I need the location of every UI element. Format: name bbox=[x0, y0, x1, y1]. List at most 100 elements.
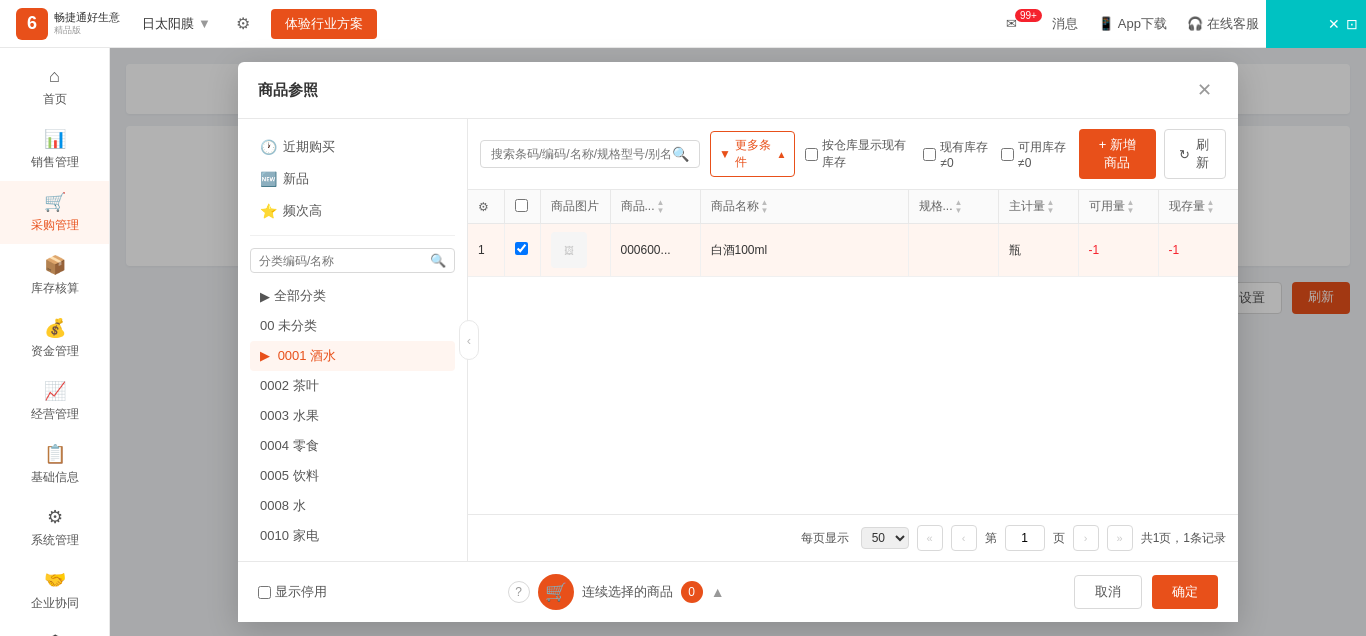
sales-icon: 📊 bbox=[44, 128, 66, 150]
recent-buy-nav-item[interactable]: 🕐 近期购买 bbox=[250, 131, 455, 163]
confirm-button[interactable]: 确定 bbox=[1152, 575, 1218, 609]
category-search-input[interactable] bbox=[259, 254, 430, 268]
modal-title: 商品参照 bbox=[258, 81, 318, 100]
logo-area: 6 畅捷通好生意 精品版 bbox=[16, 8, 126, 40]
modal-close-button[interactable]: ✕ bbox=[1190, 76, 1218, 104]
available-stock-filter[interactable]: 可用库存≠0 bbox=[1001, 139, 1069, 170]
category-item-snacks[interactable]: 0004 零食 bbox=[250, 431, 455, 461]
sidebar-item-operations[interactable]: 📈 经营管理 bbox=[0, 370, 109, 433]
last-page-btn[interactable]: » bbox=[1107, 525, 1133, 551]
category-fruit-label: 0003 水果 bbox=[260, 408, 319, 423]
sidebar-item-home[interactable]: ⌂ 首页 bbox=[0, 56, 109, 118]
category-all-item[interactable]: ▶ 全部分类 bbox=[250, 281, 455, 311]
footer-collapse-btn[interactable]: ▲ bbox=[711, 584, 725, 600]
product-search-icon[interactable]: 🔍 bbox=[672, 146, 689, 162]
table-row[interactable]: 1 🖼 bbox=[468, 224, 1238, 277]
spec-sort-arrows: ▲▼ bbox=[955, 199, 963, 215]
filter-more-btn[interactable]: ▼ 更多条件 ▲ bbox=[710, 131, 795, 177]
page-number-input[interactable] bbox=[1005, 525, 1045, 551]
active-cat-arrow: ▶ bbox=[260, 348, 270, 363]
left-sidebar: ⌂ 首页 📊 销售管理 🛒 采购管理 📦 库存核算 💰 资金管理 📈 经营管理 … bbox=[0, 48, 110, 636]
category-item-beverages[interactable]: 0005 饮料 bbox=[250, 461, 455, 491]
per-page-select[interactable]: 50 bbox=[861, 527, 909, 549]
operations-icon: 📈 bbox=[44, 380, 66, 402]
sidebar-item-guide[interactable]: 🎓 新手引导 bbox=[0, 622, 109, 636]
prev-page-btn[interactable]: ‹ bbox=[951, 525, 977, 551]
add-product-button[interactable]: + 新增商品 bbox=[1079, 129, 1156, 179]
system-icon: ⚙ bbox=[47, 506, 63, 528]
sidebar-item-enterprise[interactable]: 🤝 企业协同 bbox=[0, 559, 109, 622]
sidebar-item-basic-info[interactable]: 📋 基础信息 bbox=[0, 433, 109, 496]
help-icon-btn[interactable]: ? bbox=[508, 581, 530, 603]
product-search-bar[interactable]: 🔍 bbox=[480, 140, 700, 168]
category-item-tea[interactable]: 0002 茶叶 bbox=[250, 371, 455, 401]
app-download-nav-item[interactable]: 📱 App下载 bbox=[1098, 15, 1167, 33]
modal-header: 商品参照 ✕ bbox=[238, 62, 1238, 119]
sidebar-item-finance[interactable]: 💰 资金管理 bbox=[0, 307, 109, 370]
category-item-water[interactable]: 0008 水 bbox=[250, 491, 455, 521]
product-search-input[interactable] bbox=[491, 147, 672, 161]
high-freq-nav-item[interactable]: ⭐ 频次高 bbox=[250, 195, 455, 227]
sidebar-item-system[interactable]: ⚙ 系统管理 bbox=[0, 496, 109, 559]
row-checkbox-cell[interactable] bbox=[504, 224, 540, 277]
footer-center-area: ? 🛒 连续选择的商品 0 ▲ bbox=[508, 574, 725, 610]
category-search-area[interactable]: 🔍 bbox=[250, 248, 455, 273]
refresh-button[interactable]: ↻ 刷新 bbox=[1164, 129, 1226, 179]
cancel-button[interactable]: 取消 bbox=[1074, 575, 1142, 609]
finance-icon: 💰 bbox=[44, 317, 66, 339]
name-sort-arrows: ▲▼ bbox=[761, 199, 769, 215]
category-item-fruit[interactable]: 0003 水果 bbox=[250, 401, 455, 431]
category-search-icon[interactable]: 🔍 bbox=[430, 253, 446, 268]
col-select-all[interactable] bbox=[504, 190, 540, 224]
category-item-liquor[interactable]: ▶ 0001 酒水 bbox=[250, 341, 455, 371]
col-spec[interactable]: 规格... ▲▼ bbox=[908, 190, 998, 224]
warehouse-stock-checkbox[interactable] bbox=[805, 148, 818, 161]
select-all-checkbox[interactable] bbox=[515, 199, 528, 212]
first-page-btn[interactable]: « bbox=[917, 525, 943, 551]
settings-col-icon[interactable]: ⚙ bbox=[478, 200, 489, 214]
col-product-code[interactable]: 商品... ▲▼ bbox=[610, 190, 700, 224]
row-image-cell: 🖼 bbox=[540, 224, 610, 277]
modal-right-panel: 🔍 ▼ 更多条件 ▲ 按仓库显示现有库存 bbox=[468, 119, 1238, 561]
stock-sort-arrows: ▲▼ bbox=[1207, 199, 1215, 215]
col-unit[interactable]: 主计量 ▲▼ bbox=[998, 190, 1078, 224]
show-disabled-label[interactable]: 显示停用 bbox=[258, 583, 327, 601]
sidebar-item-sales[interactable]: 📊 销售管理 bbox=[0, 118, 109, 181]
teal-expand-icon[interactable]: ⊡ bbox=[1346, 16, 1358, 32]
next-page-btn[interactable]: › bbox=[1073, 525, 1099, 551]
modal-toolbar: 🔍 ▼ 更多条件 ▲ 按仓库显示现有库存 bbox=[468, 119, 1238, 190]
store-selector[interactable]: 日太阳膜 ▼ bbox=[142, 15, 211, 33]
current-stock-filter[interactable]: 现有库存≠0 bbox=[923, 139, 991, 170]
row-stock-cell: -1 bbox=[1158, 224, 1238, 277]
cart-icon-btn[interactable]: 🛒 bbox=[538, 574, 574, 610]
warehouse-stock-label: 按仓库显示现有库存 bbox=[822, 137, 913, 171]
row-checkbox[interactable] bbox=[515, 242, 528, 255]
col-settings[interactable]: ⚙ bbox=[468, 190, 504, 224]
experience-btn[interactable]: 体验行业方案 bbox=[271, 9, 377, 39]
online-service-nav-item[interactable]: 🎧 在线客服 bbox=[1187, 15, 1259, 33]
message-nav-item[interactable]: ✉ 99+ 消息 bbox=[1006, 15, 1078, 33]
current-stock-checkbox[interactable] bbox=[923, 148, 936, 161]
col-product-name[interactable]: 商品名称 ▲▼ bbox=[700, 190, 908, 224]
teal-close-icon[interactable]: ✕ bbox=[1328, 16, 1340, 32]
sidebar-item-purchase[interactable]: 🛒 采购管理 bbox=[0, 181, 109, 244]
show-disabled-checkbox[interactable] bbox=[258, 586, 271, 599]
left-panel-collapse-btn[interactable]: ‹ bbox=[459, 320, 479, 360]
category-item-appliances[interactable]: 0010 家电 bbox=[250, 521, 455, 549]
sidebar-item-basic-info-label: 基础信息 bbox=[31, 469, 79, 486]
available-stock-checkbox[interactable] bbox=[1001, 148, 1014, 161]
sidebar-item-inventory[interactable]: 📦 库存核算 bbox=[0, 244, 109, 307]
new-items-nav-item[interactable]: 🆕 新品 bbox=[250, 163, 455, 195]
warehouse-stock-filter[interactable]: 按仓库显示现有库存 bbox=[805, 137, 913, 171]
show-disabled-text: 显示停用 bbox=[275, 583, 327, 601]
code-sort-arrows: ▲▼ bbox=[657, 199, 665, 215]
col-stock[interactable]: 现存量 ▲▼ bbox=[1158, 190, 1238, 224]
clock-icon: 🕐 bbox=[260, 139, 277, 155]
image-placeholder-icon: 🖼 bbox=[564, 245, 574, 256]
app-download-label: App下载 bbox=[1118, 15, 1167, 33]
settings-nav-icon[interactable]: ⚙ bbox=[227, 8, 259, 40]
col-available[interactable]: 可用量 ▲▼ bbox=[1078, 190, 1158, 224]
sidebar-item-inventory-label: 库存核算 bbox=[31, 280, 79, 297]
category-item-unclassified[interactable]: 00 未分类 bbox=[250, 311, 455, 341]
sidebar-item-enterprise-label: 企业协同 bbox=[31, 595, 79, 612]
